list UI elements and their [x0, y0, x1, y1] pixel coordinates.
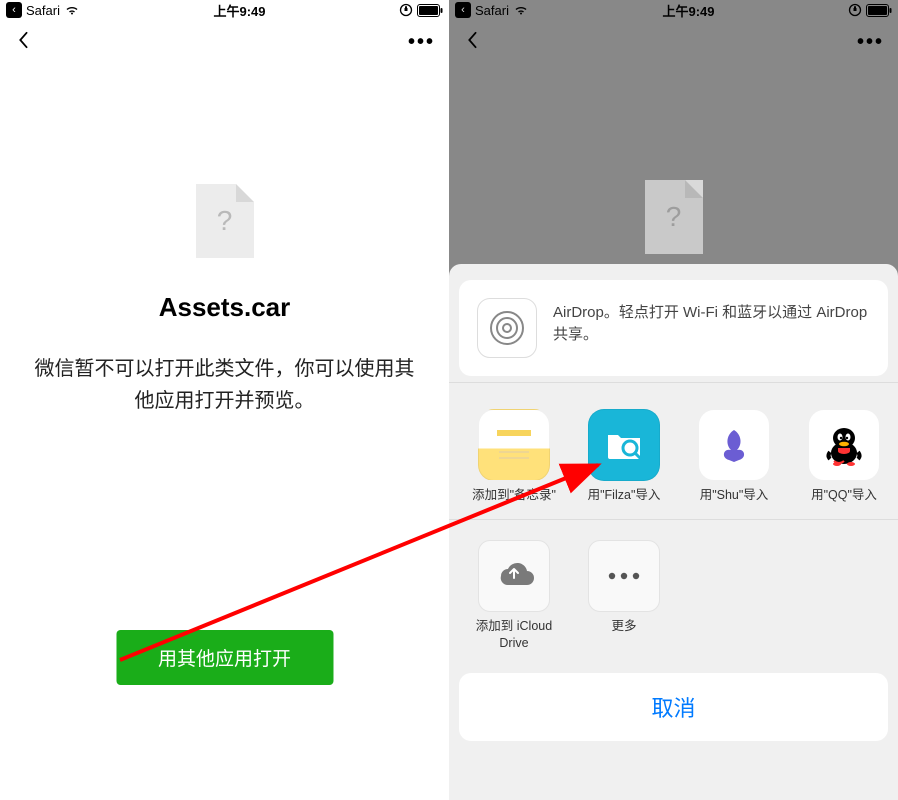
share-action-row[interactable]: 添加到 iCloud Drive 更多: [449, 520, 898, 665]
more-icon: [588, 540, 660, 612]
share-app-qq[interactable]: 用"QQ"导入: [799, 409, 889, 503]
file-name: Assets.car: [159, 292, 291, 323]
shu-icon: [698, 409, 770, 481]
airdrop-text: AirDrop。轻点打开 Wi-Fi 和蓝牙以通过 AirDrop 共享。: [553, 298, 870, 346]
action-icloud[interactable]: 添加到 iCloud Drive: [469, 540, 559, 651]
more-button[interactable]: •••: [408, 31, 435, 54]
memo-icon: [478, 409, 550, 481]
share-app-filza[interactable]: 用"Filza"导入: [579, 409, 669, 503]
share-sheet: AirDrop。轻点打开 Wi-Fi 和蓝牙以通过 AirDrop 共享。 添加…: [449, 264, 898, 800]
share-app-label: 用"Shu"导入: [700, 487, 769, 503]
back-app-icon[interactable]: ‹: [6, 2, 22, 18]
orientation-lock-icon: [399, 3, 413, 17]
wifi-icon: [64, 4, 80, 16]
more-button[interactable]: •••: [857, 31, 884, 54]
cancel-button[interactable]: 取消: [459, 673, 888, 741]
file-icon: ?: [196, 184, 254, 258]
share-app-label: 添加到"备忘录": [472, 487, 556, 503]
nav-bar: •••: [0, 20, 449, 64]
back-app-label[interactable]: Safari: [26, 3, 60, 18]
back-app-label[interactable]: Safari: [475, 3, 509, 18]
wifi-icon: [513, 4, 529, 16]
orientation-lock-icon: [848, 3, 862, 17]
action-more[interactable]: 更多: [579, 540, 669, 651]
back-app-icon[interactable]: ‹: [455, 2, 471, 18]
share-app-memo[interactable]: 添加到"备忘录": [469, 409, 559, 503]
phone-right: ‹ Safari 上午9:49 ••• ? AirDrop。轻点打开 Wi-Fi…: [449, 0, 898, 800]
qq-icon: [808, 409, 880, 481]
icloud-icon: [478, 540, 550, 612]
status-bar: ‹ Safari 上午9:49: [449, 0, 898, 20]
battery-icon: [417, 4, 443, 17]
airdrop-row[interactable]: AirDrop。轻点打开 Wi-Fi 和蓝牙以通过 AirDrop 共享。: [459, 280, 888, 376]
phone-left: ‹ Safari 上午9:49 ••• ? Assets.car 微信暂不可以打…: [0, 0, 449, 800]
share-app-shu[interactable]: 用"Shu"导入: [689, 409, 779, 503]
back-button[interactable]: [463, 31, 481, 54]
action-label: 更多: [611, 618, 636, 634]
file-view: ? Assets.car 微信暂不可以打开此类文件，你可以使用其他应用打开并预览…: [0, 64, 449, 417]
file-desc: 微信暂不可以打开此类文件，你可以使用其他应用打开并预览。: [0, 353, 449, 417]
status-bar: ‹ Safari 上午9:49: [0, 0, 449, 20]
nav-bar: •••: [449, 20, 898, 64]
share-app-label: 用"QQ"导入: [811, 487, 877, 503]
airdrop-icon: [477, 298, 537, 358]
battery-icon: [866, 4, 892, 17]
back-button[interactable]: [14, 31, 32, 54]
open-with-other-app-button[interactable]: 用其他应用打开: [116, 630, 333, 685]
filza-icon: [588, 409, 660, 481]
share-app-label: 用"Filza"导入: [588, 487, 661, 503]
file-view-dimmed: ?: [449, 64, 898, 288]
action-label: 添加到 iCloud Drive: [469, 618, 559, 651]
status-time: 上午9:49: [662, 1, 714, 20]
file-icon: ?: [645, 180, 703, 254]
status-time: 上午9:49: [213, 1, 265, 20]
share-app-row[interactable]: 添加到"备忘录" 用"Filza"导入 用"Shu"导入 用"QQ"导入: [449, 383, 898, 513]
